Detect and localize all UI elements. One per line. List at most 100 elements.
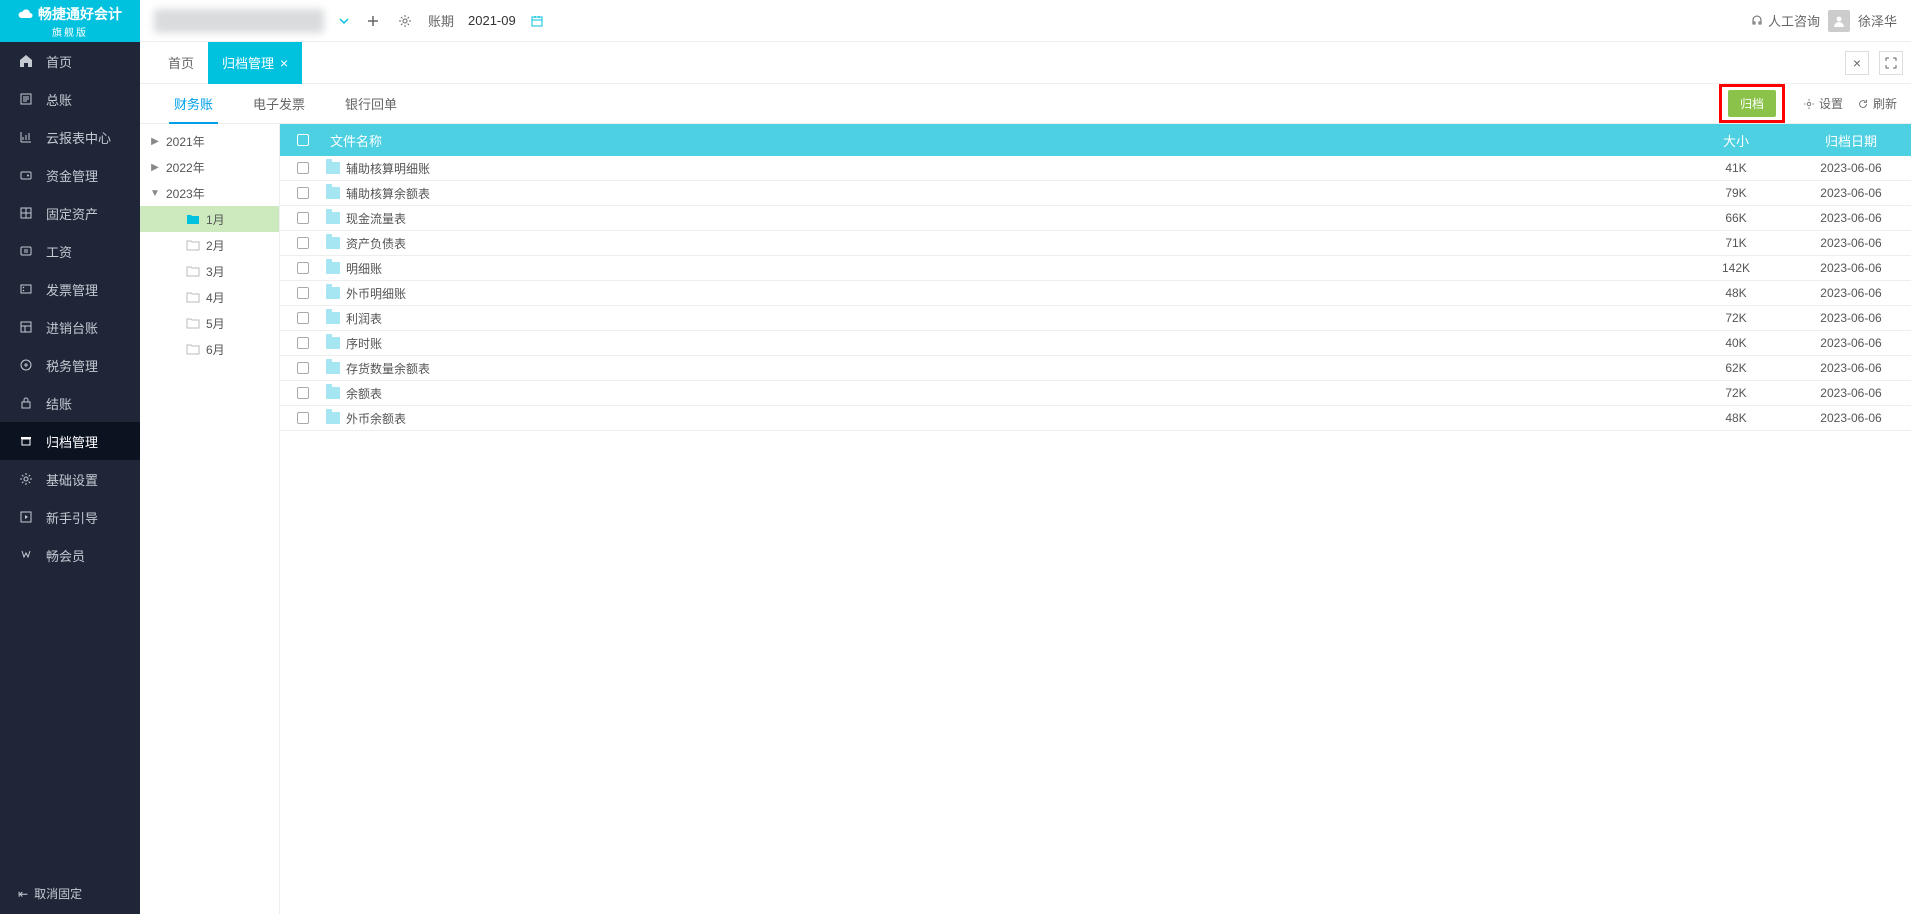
select-all-checkbox[interactable]	[297, 134, 309, 146]
wallet-icon	[18, 167, 34, 183]
folder-icon	[326, 387, 340, 399]
unpin-button[interactable]: ⇤ 取消固定	[0, 873, 140, 914]
nav-home[interactable]: 首页	[0, 42, 140, 80]
tab-label: 归档管理	[222, 53, 274, 72]
nav-invoice[interactable]: 发票管理	[0, 270, 140, 308]
tab-archive-mgmt[interactable]: 归档管理 ×	[208, 42, 302, 84]
table-row[interactable]: 外币余额表48K2023-06-06	[280, 406, 1911, 431]
nav-guide[interactable]: 新手引导	[0, 498, 140, 536]
tree-month-1[interactable]: 1月	[140, 206, 279, 232]
nav-close[interactable]: 结账	[0, 384, 140, 422]
nav-reports[interactable]: 云报表中心	[0, 118, 140, 156]
nav-ledger[interactable]: 总账	[0, 80, 140, 118]
brand-edition: 旗舰版	[52, 24, 88, 39]
file-size: 71K	[1681, 236, 1791, 250]
nav-funds[interactable]: 资金管理	[0, 156, 140, 194]
folder-icon	[326, 287, 340, 299]
settings-link[interactable]: 设置	[1803, 95, 1843, 112]
row-checkbox[interactable]	[297, 387, 309, 399]
file-date: 2023-06-06	[1791, 236, 1911, 250]
tree-month-6[interactable]: 6月	[140, 336, 279, 362]
nav-tax[interactable]: 税务管理	[0, 346, 140, 384]
tree-month-5[interactable]: 5月	[140, 310, 279, 336]
tree-label: 3月	[206, 263, 225, 280]
username[interactable]: 徐泽华	[1858, 11, 1897, 30]
consult-link[interactable]: 人工咨询	[1750, 11, 1820, 30]
file-date: 2023-06-06	[1791, 311, 1911, 325]
tree-label: 1月	[206, 211, 225, 228]
file-size: 66K	[1681, 211, 1791, 225]
folder-icon	[186, 240, 200, 251]
ledger-icon	[18, 91, 34, 107]
fullscreen-button[interactable]	[1879, 51, 1903, 75]
col-name: 文件名称	[326, 131, 1681, 150]
subtab-einvoice[interactable]: 电子发票	[233, 84, 325, 124]
row-checkbox[interactable]	[297, 312, 309, 324]
tree-month-2[interactable]: 2月	[140, 232, 279, 258]
row-checkbox[interactable]	[297, 412, 309, 424]
gear-icon[interactable]	[396, 12, 414, 30]
subtab-finance[interactable]: 财务账	[154, 84, 233, 124]
file-size: 48K	[1681, 286, 1791, 300]
tree-year-2023[interactable]: ▼2023年	[140, 180, 279, 206]
table-row[interactable]: 资产负债表 71K2023-06-06	[280, 231, 1911, 256]
file-name: 资产负债表	[346, 235, 406, 252]
file-name: 利润表	[346, 310, 382, 327]
table-row[interactable]: 辅助核算余额表79K2023-06-06	[280, 181, 1911, 206]
file-date: 2023-06-06	[1791, 186, 1911, 200]
tree-year-2021[interactable]: ▶2021年	[140, 128, 279, 154]
folder-icon	[326, 312, 340, 324]
row-checkbox[interactable]	[297, 287, 309, 299]
consult-label: 人工咨询	[1768, 11, 1820, 30]
close-icon[interactable]: ×	[280, 55, 288, 71]
avatar[interactable]	[1828, 10, 1850, 32]
row-checkbox[interactable]	[297, 187, 309, 199]
table-row[interactable]: 明细账142K2023-06-06	[280, 256, 1911, 281]
period-value[interactable]: 2021-09	[468, 13, 516, 28]
close-all-button[interactable]: ×	[1845, 51, 1869, 75]
row-checkbox[interactable]	[297, 162, 309, 174]
refresh-link[interactable]: 刷新	[1857, 95, 1897, 112]
tree-label: 4月	[206, 289, 225, 306]
tree-month-3[interactable]: 3月	[140, 258, 279, 284]
table-row[interactable]: 序时账40K2023-06-06	[280, 331, 1911, 356]
calendar-icon[interactable]	[530, 14, 544, 28]
folder-icon	[326, 237, 340, 249]
plus-icon[interactable]	[364, 12, 382, 30]
file-size: 48K	[1681, 411, 1791, 425]
tree-month-4[interactable]: 4月	[140, 284, 279, 310]
table-row[interactable]: 存货数量余额表62K2023-06-06	[280, 356, 1911, 381]
table-row[interactable]: 外币明细账48K2023-06-06	[280, 281, 1911, 306]
table-row[interactable]: 余额表72K2023-06-06	[280, 381, 1911, 406]
company-selector-blurred[interactable]	[154, 9, 324, 33]
table-row[interactable]: 利润表72K2023-06-06	[280, 306, 1911, 331]
folder-icon	[186, 318, 200, 329]
arrow-left-icon: ⇤	[18, 887, 28, 901]
row-checkbox[interactable]	[297, 362, 309, 374]
row-checkbox[interactable]	[297, 337, 309, 349]
folder-icon	[186, 292, 200, 303]
nav-salary[interactable]: 工资	[0, 232, 140, 270]
subtab-bank[interactable]: 银行回单	[325, 84, 417, 124]
table-row[interactable]: 现金流量表66K2023-06-06	[280, 206, 1911, 231]
file-name: 明细账	[346, 260, 382, 277]
file-name: 外币明细账	[346, 285, 406, 302]
table-header: 文件名称 大小 归档日期	[280, 124, 1911, 156]
nav-settings[interactable]: 基础设置	[0, 460, 140, 498]
nav-member[interactable]: 畅会员	[0, 536, 140, 574]
row-checkbox[interactable]	[297, 262, 309, 274]
tab-home[interactable]: 首页	[154, 42, 208, 84]
table-row[interactable]: 辅助核算明细账41K2023-06-06	[280, 156, 1911, 181]
nav-inventory[interactable]: 进销台账	[0, 308, 140, 346]
file-name: 序时账	[346, 335, 382, 352]
row-checkbox[interactable]	[297, 212, 309, 224]
folder-icon	[186, 344, 200, 355]
archive-button[interactable]: 归档	[1728, 90, 1776, 117]
row-checkbox[interactable]	[297, 237, 309, 249]
chevron-right-icon: ▶	[150, 136, 160, 147]
nav-assets[interactable]: 固定资产	[0, 194, 140, 232]
tree-year-2022[interactable]: ▶2022年	[140, 154, 279, 180]
home-icon	[18, 53, 34, 69]
nav-archive[interactable]: 归档管理	[0, 422, 140, 460]
chevron-down-icon[interactable]	[338, 15, 350, 27]
